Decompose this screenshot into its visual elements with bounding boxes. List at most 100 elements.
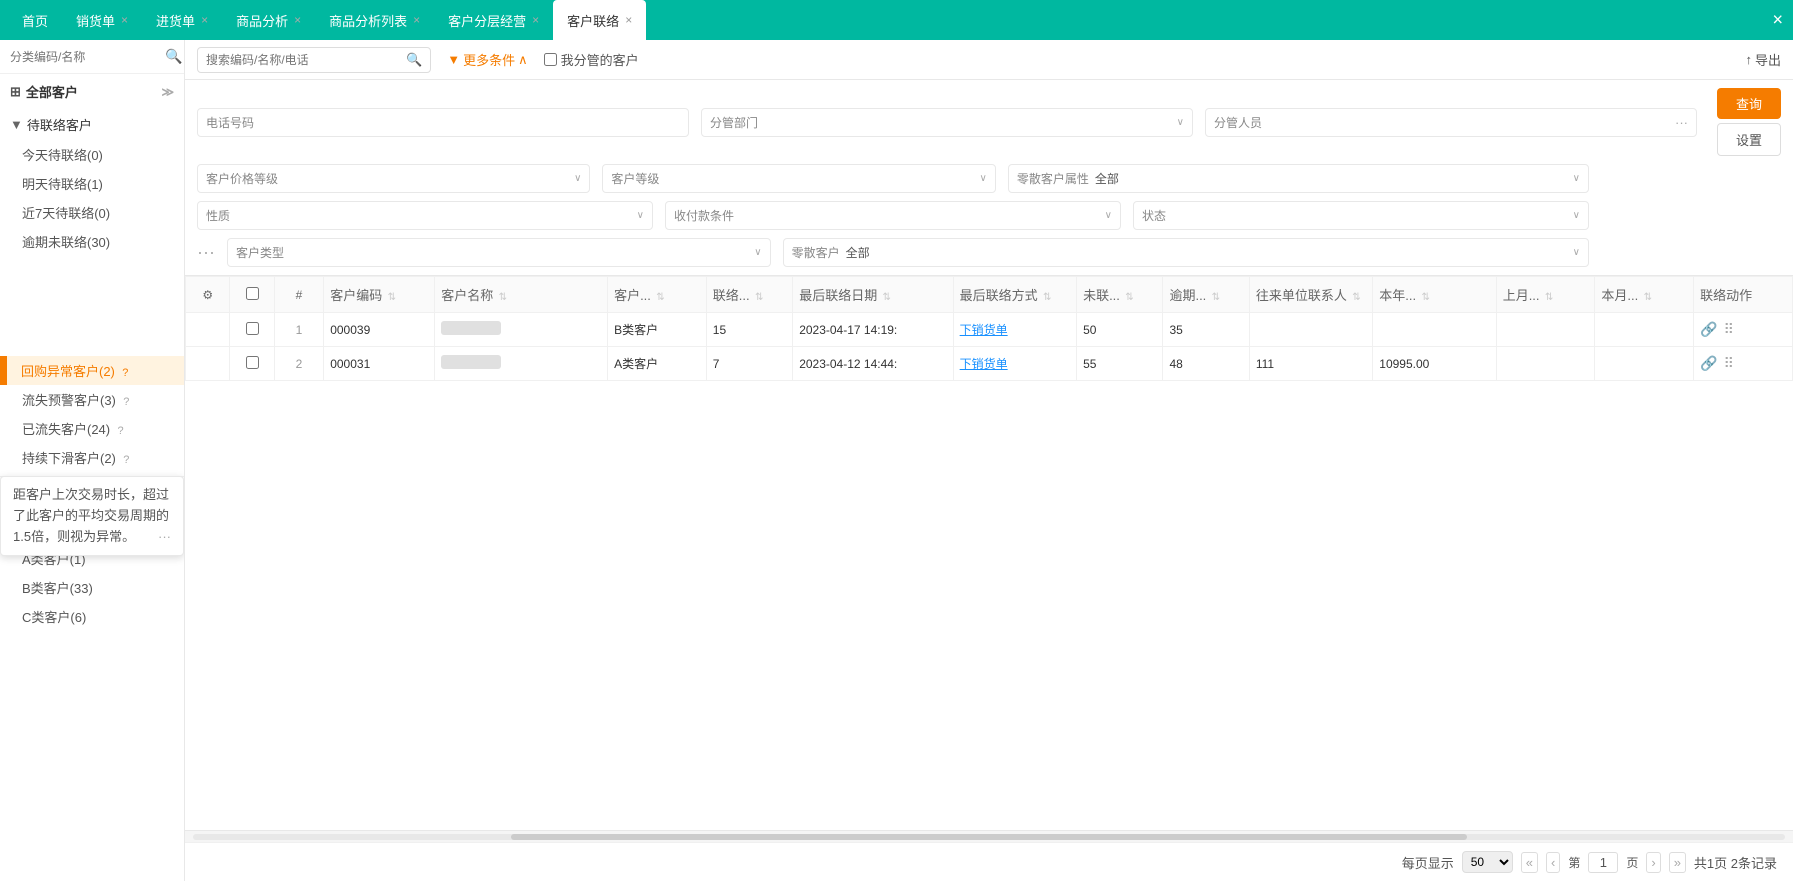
- sidebar-item-churn-warning[interactable]: 流失预警客户(3) ?: [0, 385, 184, 414]
- help-icon-churned[interactable]: ?: [117, 425, 123, 437]
- tab-sales[interactable]: 销货单 ×: [62, 0, 142, 40]
- row1-more-icon[interactable]: ⠿: [1724, 321, 1734, 338]
- col-header-lastmonth[interactable]: 上月... ⇅: [1496, 277, 1595, 313]
- export-btn[interactable]: ↑ 导出: [1745, 50, 1781, 69]
- filter-retail-customer[interactable]: 零散客户 全部 ∨: [783, 238, 1589, 267]
- sort-lastdate-icon[interactable]: ⇅: [883, 292, 891, 303]
- col-header-thismonth[interactable]: 本月... ⇅: [1595, 277, 1694, 313]
- col-header-name[interactable]: 客户名称 ⇅: [435, 277, 608, 313]
- ellipsis-person-icon[interactable]: ···: [1675, 115, 1688, 130]
- close-tab-product-list[interactable]: ×: [413, 13, 420, 27]
- row2-code: 000031: [324, 347, 435, 381]
- help-icon-declining[interactable]: ?: [123, 454, 129, 466]
- tab-customer-contact[interactable]: 客户联络 ×: [553, 0, 646, 40]
- tooltip-more-icon[interactable]: ···: [158, 527, 171, 548]
- sidebar-collapse-icon[interactable]: ≫: [161, 85, 174, 99]
- table-header-row: ⚙ # 客户编码 ⇅ 客户名称 ⇅ 客户... ⇅: [186, 277, 1793, 313]
- close-tab-sales[interactable]: ×: [121, 13, 128, 27]
- prev-page-btn[interactable]: ‹: [1546, 852, 1560, 873]
- close-tab-customer-tier[interactable]: ×: [532, 13, 539, 27]
- row2-more-icon[interactable]: ⠿: [1724, 355, 1734, 372]
- tab-product-analysis[interactable]: 商品分析 ×: [222, 0, 315, 40]
- row1-checkbox[interactable]: [246, 322, 259, 335]
- filter-status[interactable]: 状态 ∨: [1133, 201, 1589, 230]
- row2-checkbox[interactable]: [246, 356, 259, 369]
- close-all-tabs[interactable]: ×: [1772, 10, 1783, 31]
- sort-uncontact-icon[interactable]: ⇅: [1125, 292, 1133, 303]
- sidebar-item-churned[interactable]: 已流失客户(24) ?: [0, 414, 184, 443]
- filter-price-grade[interactable]: 客户价格等级 ∨: [197, 164, 590, 193]
- select-all-checkbox[interactable]: [246, 287, 259, 300]
- sort-thismonth-icon[interactable]: ⇅: [1644, 292, 1652, 303]
- col-header-code[interactable]: 客户编码 ⇅: [324, 277, 435, 313]
- sort-type-icon[interactable]: ⇅: [656, 292, 664, 303]
- col-header-settings[interactable]: ⚙: [186, 277, 230, 313]
- sidebar-search-input[interactable]: [10, 50, 165, 64]
- set-button[interactable]: 设置: [1717, 123, 1781, 156]
- tab-home[interactable]: 首页: [8, 0, 62, 40]
- per-page-select[interactable]: 20 50 100: [1462, 851, 1513, 873]
- page-label2: 页: [1626, 854, 1638, 871]
- sort-code-icon[interactable]: ⇅: [388, 292, 396, 303]
- sidebar-search-icon[interactable]: 🔍: [165, 48, 182, 65]
- sidebar-item-7days[interactable]: 近7天待联络(0): [0, 198, 184, 227]
- query-button[interactable]: 查询: [1717, 88, 1781, 119]
- row2-link-icon[interactable]: 🔗: [1700, 355, 1717, 372]
- sort-overdue-icon[interactable]: ⇅: [1212, 292, 1220, 303]
- more-filters-icon[interactable]: ···: [197, 242, 215, 263]
- filter-phone[interactable]: 电话号码: [197, 108, 689, 137]
- col-header-unitcontact[interactable]: 往来单位联系人 ⇅: [1249, 277, 1372, 313]
- help-icon-churn-warning[interactable]: ?: [123, 396, 129, 408]
- row2-lastway[interactable]: 下销货单: [953, 347, 1076, 381]
- filter-row-4: ··· 客户类型 ∨ 零散客户 全部 ∨: [197, 238, 1781, 267]
- sort-lastway-icon[interactable]: ⇅: [1043, 292, 1051, 303]
- sidebar-item-today[interactable]: 今天待联络(0): [0, 140, 184, 169]
- horizontal-scrollbar[interactable]: [185, 830, 1793, 842]
- tab-customer-tier[interactable]: 客户分层经营 ×: [434, 0, 553, 40]
- my-customer-checkbox[interactable]: [544, 53, 557, 66]
- filter-retail-attr[interactable]: 零散客户属性 全部 ∨: [1008, 164, 1589, 193]
- filter-person[interactable]: 分管人员 ···: [1205, 108, 1697, 137]
- close-tab-purchase[interactable]: ×: [201, 13, 208, 27]
- col-header-lastdate[interactable]: 最后联络日期 ⇅: [793, 277, 953, 313]
- sidebar-item-tomorrow[interactable]: 明天待联络(1): [0, 169, 184, 198]
- col-header-overdue[interactable]: 逾期... ⇅: [1163, 277, 1249, 313]
- filter-dept[interactable]: 分管部门 ∨: [701, 108, 1193, 137]
- sort-lastmonth-icon[interactable]: ⇅: [1545, 292, 1553, 303]
- sort-contact-icon[interactable]: ⇅: [755, 292, 763, 303]
- sidebar-item-overdue[interactable]: 逾期未联络(30): [0, 227, 184, 256]
- close-tab-product-analysis[interactable]: ×: [294, 13, 301, 27]
- col-header-contact[interactable]: 联络... ⇅: [706, 277, 792, 313]
- col-header-thisyear[interactable]: 本年... ⇅: [1373, 277, 1496, 313]
- close-tab-customer-contact[interactable]: ×: [625, 13, 632, 27]
- my-customer-checkbox-container[interactable]: 我分管的客户: [544, 50, 639, 69]
- chevron-dept-icon: ∨: [1177, 117, 1184, 128]
- sidebar-item-abnormal-repurchase[interactable]: 回购异常客户(2) ?: [0, 356, 184, 385]
- row1-link-icon[interactable]: 🔗: [1700, 321, 1717, 338]
- col-header-uncontact[interactable]: 未联... ⇅: [1077, 277, 1163, 313]
- first-page-btn[interactable]: «: [1521, 852, 1538, 873]
- last-page-btn[interactable]: »: [1669, 852, 1686, 873]
- filter-payment[interactable]: 收付款条件 ∨: [665, 201, 1121, 230]
- sort-name-icon[interactable]: ⇅: [499, 292, 507, 303]
- help-icon-abnormal[interactable]: ?: [122, 367, 128, 379]
- filter-customer-grade[interactable]: 客户等级 ∨: [602, 164, 995, 193]
- sidebar-item-class-c[interactable]: C类客户(6): [0, 602, 184, 631]
- search-input[interactable]: [206, 53, 406, 67]
- col-header-type[interactable]: 客户... ⇅: [608, 277, 707, 313]
- tab-purchase[interactable]: 进货单 ×: [142, 0, 222, 40]
- sidebar-item-declining[interactable]: 持续下滑客户(2) ?: [0, 443, 184, 472]
- filter-more-btn[interactable]: ▼ 更多条件 ∧: [439, 46, 535, 73]
- next-page-btn[interactable]: ›: [1646, 852, 1660, 873]
- scrollbar-thumb[interactable]: [511, 834, 1466, 840]
- sidebar-item-class-b[interactable]: B类客户(33): [0, 573, 184, 602]
- sidebar-group-pending[interactable]: ▼ 待联络客户: [0, 109, 184, 140]
- sort-unitcontact-icon[interactable]: ⇅: [1352, 292, 1360, 303]
- filter-nature[interactable]: 性质 ∨: [197, 201, 653, 230]
- sort-thisyear-icon[interactable]: ⇅: [1421, 292, 1429, 303]
- col-header-lastway[interactable]: 最后联络方式 ⇅: [953, 277, 1076, 313]
- search-icon[interactable]: 🔍: [406, 52, 422, 68]
- row1-lastway[interactable]: 下销货单: [953, 313, 1076, 347]
- tab-product-list[interactable]: 商品分析列表 ×: [315, 0, 434, 40]
- filter-customer-type[interactable]: 客户类型 ∨: [227, 238, 771, 267]
